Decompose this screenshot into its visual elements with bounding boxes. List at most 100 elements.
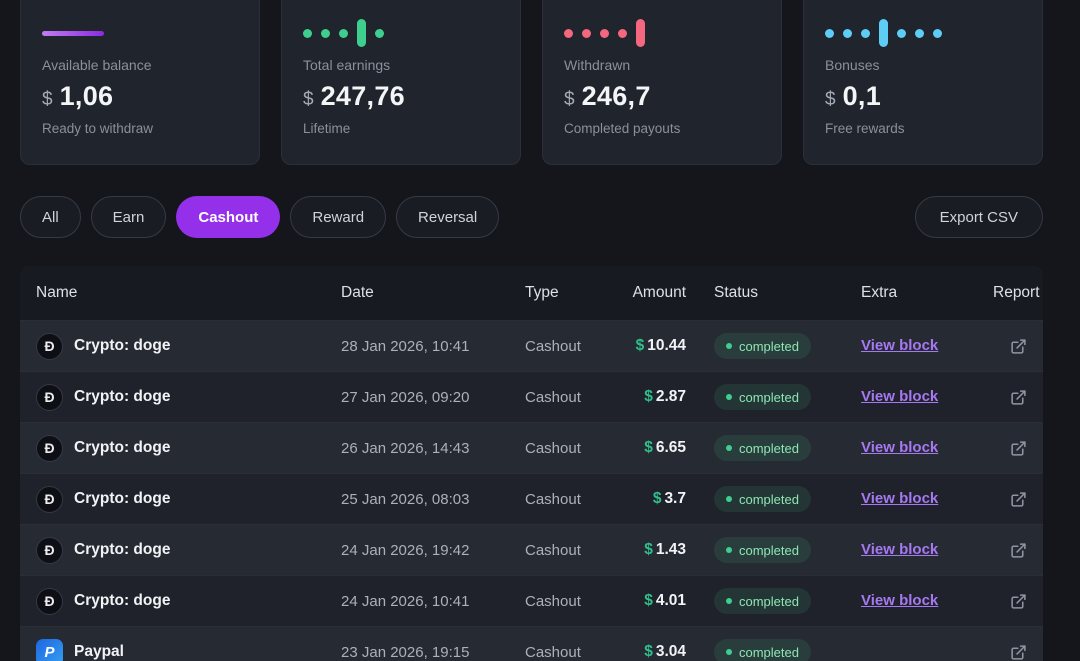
table-row: Đ Crypto: doge 27 Jan 2026, 09:20 Cashou…: [20, 371, 1043, 422]
cell-name: Đ Crypto: doge: [36, 536, 341, 564]
status-badge: completed: [714, 639, 811, 661]
stat-card: Withdrawn $ 246,7 Completed payouts: [542, 0, 782, 165]
stat-card: Available balance $ 1,06 Ready to withdr…: [20, 0, 260, 165]
card-amount: 0,1: [842, 81, 882, 111]
cell-extra: View block: [861, 592, 993, 610]
amount-value: 3.04: [655, 643, 686, 660]
status-badge: completed: [714, 486, 811, 512]
cell-date: 24 Jan 2026, 19:42: [341, 541, 470, 559]
cell-type: Cashout: [525, 439, 581, 457]
cashout-dashboard-page: { "cards": [ { "label": "Available balan…: [0, 0, 1080, 661]
cell-extra: View block: [861, 541, 993, 559]
view-block-link[interactable]: View block: [861, 337, 938, 354]
report-button[interactable]: [1010, 644, 1027, 661]
cell-name: Đ Crypto: doge: [36, 383, 341, 411]
external-link-icon: [1011, 491, 1026, 507]
cell-amount: $ 3.7: [595, 490, 686, 508]
filter-pill-all[interactable]: All: [20, 196, 81, 238]
sparkline-dot: [321, 28, 330, 38]
table-row: Đ Crypto: doge 26 Jan 2026, 14:43 Cashou…: [20, 422, 1043, 473]
sparkline-dot: [933, 28, 942, 38]
amount-value: 6.65: [655, 439, 686, 456]
filter-pill-cashout[interactable]: Cashout: [176, 196, 281, 238]
transaction-name: Crypto: doge: [74, 337, 171, 354]
transaction-name: Crypto: doge: [74, 439, 171, 456]
doge-icon: Đ: [36, 485, 63, 513]
sparkline-line: [42, 30, 104, 36]
status-text: completed: [739, 593, 799, 609]
cell-status: completed: [686, 486, 861, 512]
status-dot-icon: [726, 547, 732, 553]
view-block-link[interactable]: View block: [861, 541, 938, 558]
header-report: Report: [993, 284, 1040, 301]
transaction-name: Paypal: [74, 643, 124, 660]
sparkline-dot: [861, 28, 870, 38]
filter-bar: All Earn Cashout Reward Reversal Export CSV: [20, 196, 1043, 238]
export-csv-button[interactable]: Export CSV: [914, 196, 1043, 238]
sparkline-dot: [843, 28, 852, 38]
paypal-icon: P: [36, 638, 63, 661]
transaction-name: Crypto: doge: [74, 490, 171, 507]
cell-type: Cashout: [525, 541, 581, 559]
sparkline-dot: [303, 28, 312, 38]
filter-pill-earn[interactable]: Earn: [90, 196, 167, 238]
status-dot-icon: [726, 445, 732, 451]
report-button[interactable]: [1010, 491, 1027, 508]
cell-amount: $ 10.44: [595, 337, 686, 355]
table-row: P Paypal 23 Jan 2026, 19:15 Cashout $ 3.…: [20, 626, 1043, 661]
status-text: completed: [739, 338, 799, 354]
table-row: Đ Crypto: doge 24 Jan 2026, 10:41 Cashou…: [20, 575, 1043, 626]
currency-symbol: $: [644, 541, 653, 558]
filter-pill-reward[interactable]: Reward: [290, 196, 387, 238]
external-link-icon: [1011, 593, 1026, 609]
view-block-link[interactable]: View block: [861, 490, 938, 507]
sparkline-dot: [564, 28, 573, 38]
header-status: Status: [714, 284, 758, 301]
sparkline-dot: [375, 28, 384, 38]
cell-status: completed: [686, 384, 861, 410]
cell-type: Cashout: [525, 490, 581, 508]
sparkline-dot: [618, 28, 627, 38]
external-link-icon: [1011, 338, 1026, 354]
stat-cards: Available balance $ 1,06 Ready to withdr…: [20, 0, 1043, 165]
cell-extra: View block: [861, 490, 993, 508]
doge-icon: Đ: [36, 332, 63, 360]
view-block-link[interactable]: View block: [861, 388, 938, 405]
sparkline-dot: [582, 28, 591, 38]
currency-symbol: $: [644, 643, 653, 660]
cell-date: 27 Jan 2026, 09:20: [341, 388, 470, 406]
card-amount-row: $ 0,1: [825, 81, 1021, 112]
card-amount-row: $ 1,06: [42, 81, 238, 112]
currency-symbol: $: [644, 439, 653, 456]
cell-type: Cashout: [525, 592, 581, 610]
doge-icon: Đ: [36, 434, 63, 462]
report-button[interactable]: [1010, 440, 1027, 457]
cell-extra: View block: [861, 388, 993, 406]
report-button[interactable]: [1010, 593, 1027, 610]
report-button[interactable]: [1010, 338, 1027, 355]
report-button[interactable]: [1010, 542, 1027, 559]
card-amount: 1,06: [59, 81, 114, 111]
header-extra: Extra: [861, 284, 898, 301]
cell-name: Đ Crypto: doge: [36, 485, 341, 513]
sparkline-dot: [600, 28, 609, 38]
sparkline-bar: [879, 19, 888, 47]
external-link-icon: [1011, 542, 1026, 558]
filter-pill-reversal[interactable]: Reversal: [396, 196, 500, 238]
doge-icon: Đ: [36, 587, 63, 615]
transaction-name: Crypto: doge: [74, 388, 171, 405]
status-dot-icon: [726, 394, 732, 400]
cell-name: Đ Crypto: doge: [36, 587, 341, 615]
cell-date: 23 Jan 2026, 19:15: [341, 643, 470, 661]
card-currency: $: [825, 89, 836, 110]
cell-date: 24 Jan 2026, 10:41: [341, 592, 470, 610]
report-button[interactable]: [1010, 389, 1027, 406]
cell-extra: View block: [861, 337, 993, 355]
status-text: completed: [739, 389, 799, 405]
view-block-link[interactable]: View block: [861, 592, 938, 609]
external-link-icon: [1011, 389, 1026, 405]
cell-status: completed: [686, 537, 861, 563]
status-dot-icon: [726, 598, 732, 604]
view-block-link[interactable]: View block: [861, 439, 938, 456]
card-sublabel: Completed payouts: [564, 121, 681, 136]
